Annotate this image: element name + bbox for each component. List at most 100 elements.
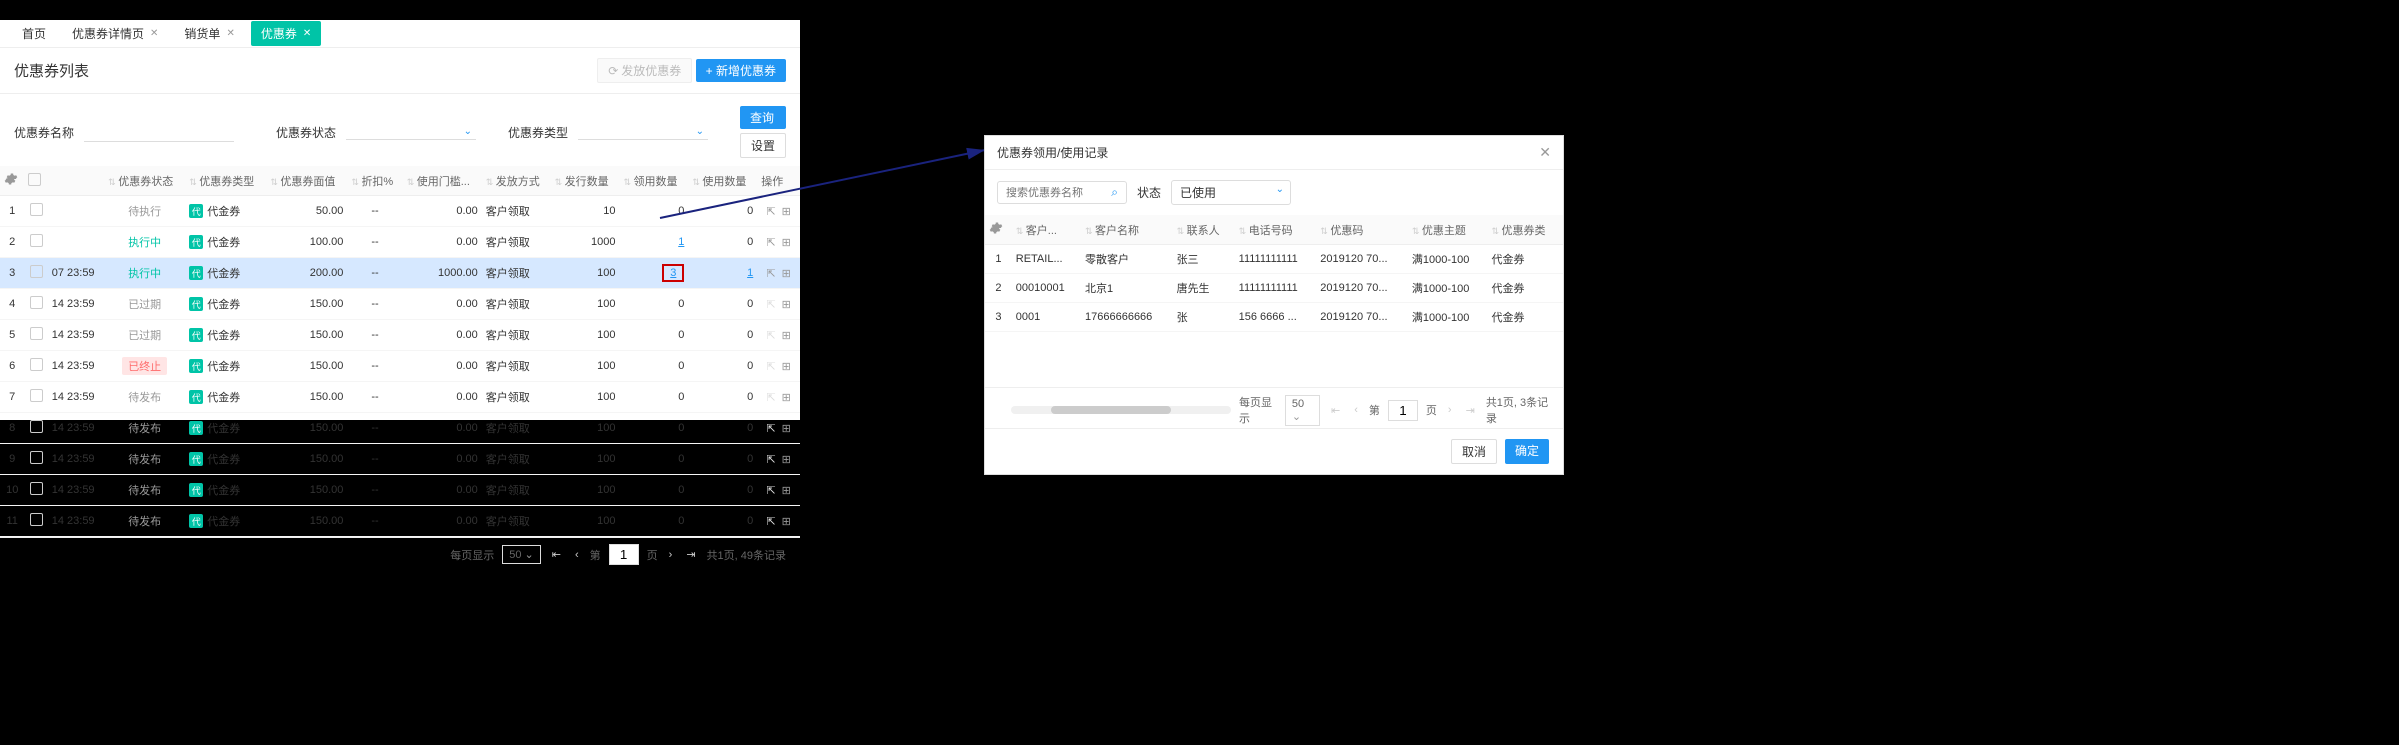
- column-折扣%[interactable]: 折扣%: [347, 166, 402, 196]
- per-page-select[interactable]: 50 ⌄: [502, 545, 541, 564]
- column-使用数量[interactable]: 使用数量: [688, 166, 757, 196]
- last-page-button[interactable]: ⇥: [1463, 404, 1478, 417]
- next-page-button[interactable]: ›: [666, 549, 676, 561]
- column-客户...[interactable]: 客户...: [1012, 215, 1081, 245]
- close-icon[interactable]: ✕: [303, 28, 311, 39]
- column-优惠券类型[interactable]: 优惠券类型: [185, 166, 266, 196]
- horizontal-scrollbar[interactable]: [1011, 406, 1231, 414]
- qr-icon[interactable]: ⊞: [782, 516, 791, 528]
- row-checkbox[interactable]: [24, 289, 47, 320]
- column-优惠券面值[interactable]: 优惠券面值: [266, 166, 347, 196]
- column-使用门槛...[interactable]: 使用门槛...: [403, 166, 482, 196]
- column-发行数量[interactable]: 发行数量: [551, 166, 620, 196]
- page-input[interactable]: [609, 544, 639, 565]
- next-page-button[interactable]: ›: [1445, 404, 1455, 416]
- row-checkbox[interactable]: [24, 196, 47, 227]
- table-row[interactable]: 3000117666666666张156 6666 ...2019120 70.…: [985, 303, 1563, 332]
- row-checkbox[interactable]: [24, 382, 47, 413]
- claimed-link[interactable]: 3: [670, 267, 676, 279]
- column-领用数量[interactable]: 领用数量: [620, 166, 689, 196]
- share-icon[interactable]: ⇱: [766, 268, 775, 280]
- first-page-button[interactable]: ⇤: [1328, 404, 1343, 417]
- table-row[interactable]: 714 23:59待发布代代金券150.00--0.00客户领取10000⇱⊞: [0, 382, 800, 413]
- qr-icon[interactable]: ⊞: [782, 361, 791, 373]
- column-联系人[interactable]: 联系人: [1173, 215, 1235, 245]
- row-used: 0: [688, 196, 757, 227]
- used-link[interactable]: 1: [747, 267, 753, 279]
- qr-icon[interactable]: ⊞: [782, 454, 791, 466]
- qr-icon[interactable]: ⊞: [782, 392, 791, 404]
- table-row[interactable]: 1114 23:59待发布代代金券150.00--0.00客户领取10000⇱⊞: [0, 506, 800, 537]
- qr-icon[interactable]: ⊞: [782, 423, 791, 435]
- row-checkbox[interactable]: [24, 413, 47, 444]
- gear-column[interactable]: [985, 215, 1012, 245]
- first-page-button[interactable]: ⇤: [549, 548, 564, 561]
- gear-column[interactable]: [0, 166, 24, 196]
- qr-icon[interactable]: ⊞: [782, 330, 791, 342]
- row-checkbox[interactable]: [24, 258, 47, 289]
- add-coupon-button[interactable]: + 新增优惠券: [696, 59, 786, 82]
- filter-type-select[interactable]: ⌄: [578, 124, 708, 140]
- table-row[interactable]: 1RETAIL...零散客户张三111111111112019120 70...…: [985, 245, 1563, 274]
- column-电话号码[interactable]: 电话号码: [1235, 215, 1317, 245]
- column-优惠券类[interactable]: 优惠券类: [1487, 215, 1563, 245]
- prev-page-button[interactable]: ‹: [1351, 404, 1361, 416]
- qr-icon[interactable]: ⊞: [782, 485, 791, 497]
- filter-name-input[interactable]: [84, 122, 234, 142]
- qr-icon[interactable]: ⊞: [782, 299, 791, 311]
- claimed-link[interactable]: 1: [678, 236, 684, 248]
- tab-优惠券[interactable]: 优惠券✕: [251, 21, 321, 46]
- modal-search-input[interactable]: [1006, 187, 1111, 199]
- row-discount: --: [347, 413, 402, 444]
- close-icon[interactable]: ✕: [226, 28, 234, 39]
- confirm-button[interactable]: 确定: [1505, 439, 1549, 464]
- row-checkbox[interactable]: [24, 351, 47, 382]
- column-优惠码[interactable]: 优惠码: [1316, 215, 1408, 245]
- table-row[interactable]: 814 23:59待发布代代金券150.00--0.00客户领取10000⇱⊞: [0, 413, 800, 444]
- row-checkbox[interactable]: [24, 227, 47, 258]
- column-发放方式[interactable]: 发放方式: [482, 166, 551, 196]
- qr-icon[interactable]: ⊞: [782, 206, 791, 218]
- distribute-coupon-button[interactable]: ⟳发放优惠券: [597, 58, 692, 83]
- column-优惠主题[interactable]: 优惠主题: [1408, 215, 1488, 245]
- cancel-button[interactable]: 取消: [1451, 439, 1497, 464]
- qr-icon[interactable]: ⊞: [782, 237, 791, 249]
- per-page-label: 每页显示: [1239, 394, 1277, 426]
- row-used: 0: [688, 320, 757, 351]
- last-page-button[interactable]: ⇥: [683, 548, 698, 561]
- filter-status-select[interactable]: ⌄: [346, 124, 476, 140]
- modal-status-select[interactable]: 已使用 ⌄: [1171, 180, 1291, 205]
- table-row[interactable]: 2执行中代代金券100.00--0.00客户领取100010⇱⊞: [0, 227, 800, 258]
- search-button[interactable]: 查询: [740, 106, 786, 129]
- close-icon[interactable]: ✕: [150, 28, 158, 39]
- column-客户名称[interactable]: 客户名称: [1081, 215, 1173, 245]
- checkbox-header[interactable]: [24, 166, 47, 196]
- table-row[interactable]: 914 23:59待发布代代金券150.00--0.00客户领取10000⇱⊞: [0, 444, 800, 475]
- row-time: 14 23:59: [48, 382, 104, 413]
- table-row[interactable]: 307 23:59执行中代代金券200.00--1000.00客户领取10031…: [0, 258, 800, 289]
- table-row[interactable]: 614 23:59已终止代代金券150.00--0.00客户领取10000⇱⊞: [0, 351, 800, 382]
- row-checkbox[interactable]: [24, 506, 47, 537]
- column-优惠券状态[interactable]: 优惠券状态: [104, 166, 185, 196]
- tab-优惠券详情页[interactable]: 优惠券详情页✕: [62, 21, 168, 46]
- row-checkbox[interactable]: [24, 475, 47, 506]
- row-checkbox[interactable]: [24, 444, 47, 475]
- table-row[interactable]: 1014 23:59待发布代代金券150.00--0.00客户领取10000⇱⊞: [0, 475, 800, 506]
- modal-search-box[interactable]: ⌕: [997, 181, 1127, 204]
- table-row[interactable]: 1待执行代代金券50.00--0.00客户领取1000⇱⊞: [0, 196, 800, 227]
- modal-page-input[interactable]: [1388, 400, 1418, 421]
- tab-销货单[interactable]: 销货单✕: [174, 21, 244, 46]
- share-icon[interactable]: ⇱: [766, 206, 775, 218]
- row-checkbox[interactable]: [24, 320, 47, 351]
- prev-page-button[interactable]: ‹: [572, 549, 582, 561]
- row-index: 6: [0, 351, 24, 382]
- tab-首页[interactable]: 首页: [12, 21, 56, 46]
- table-row[interactable]: 514 23:59已过期代代金券150.00--0.00客户领取10000⇱⊞: [0, 320, 800, 351]
- modal-per-page-select[interactable]: 50 ⌄: [1285, 395, 1320, 426]
- close-icon[interactable]: ✕: [1539, 144, 1551, 161]
- table-row[interactable]: 200010001北京1唐先生111111111112019120 70...满…: [985, 274, 1563, 303]
- settings-button[interactable]: 设置: [740, 133, 786, 158]
- table-row[interactable]: 414 23:59已过期代代金券150.00--0.00客户领取10000⇱⊞: [0, 289, 800, 320]
- qr-icon[interactable]: ⊞: [782, 268, 791, 280]
- share-icon[interactable]: ⇱: [766, 237, 775, 249]
